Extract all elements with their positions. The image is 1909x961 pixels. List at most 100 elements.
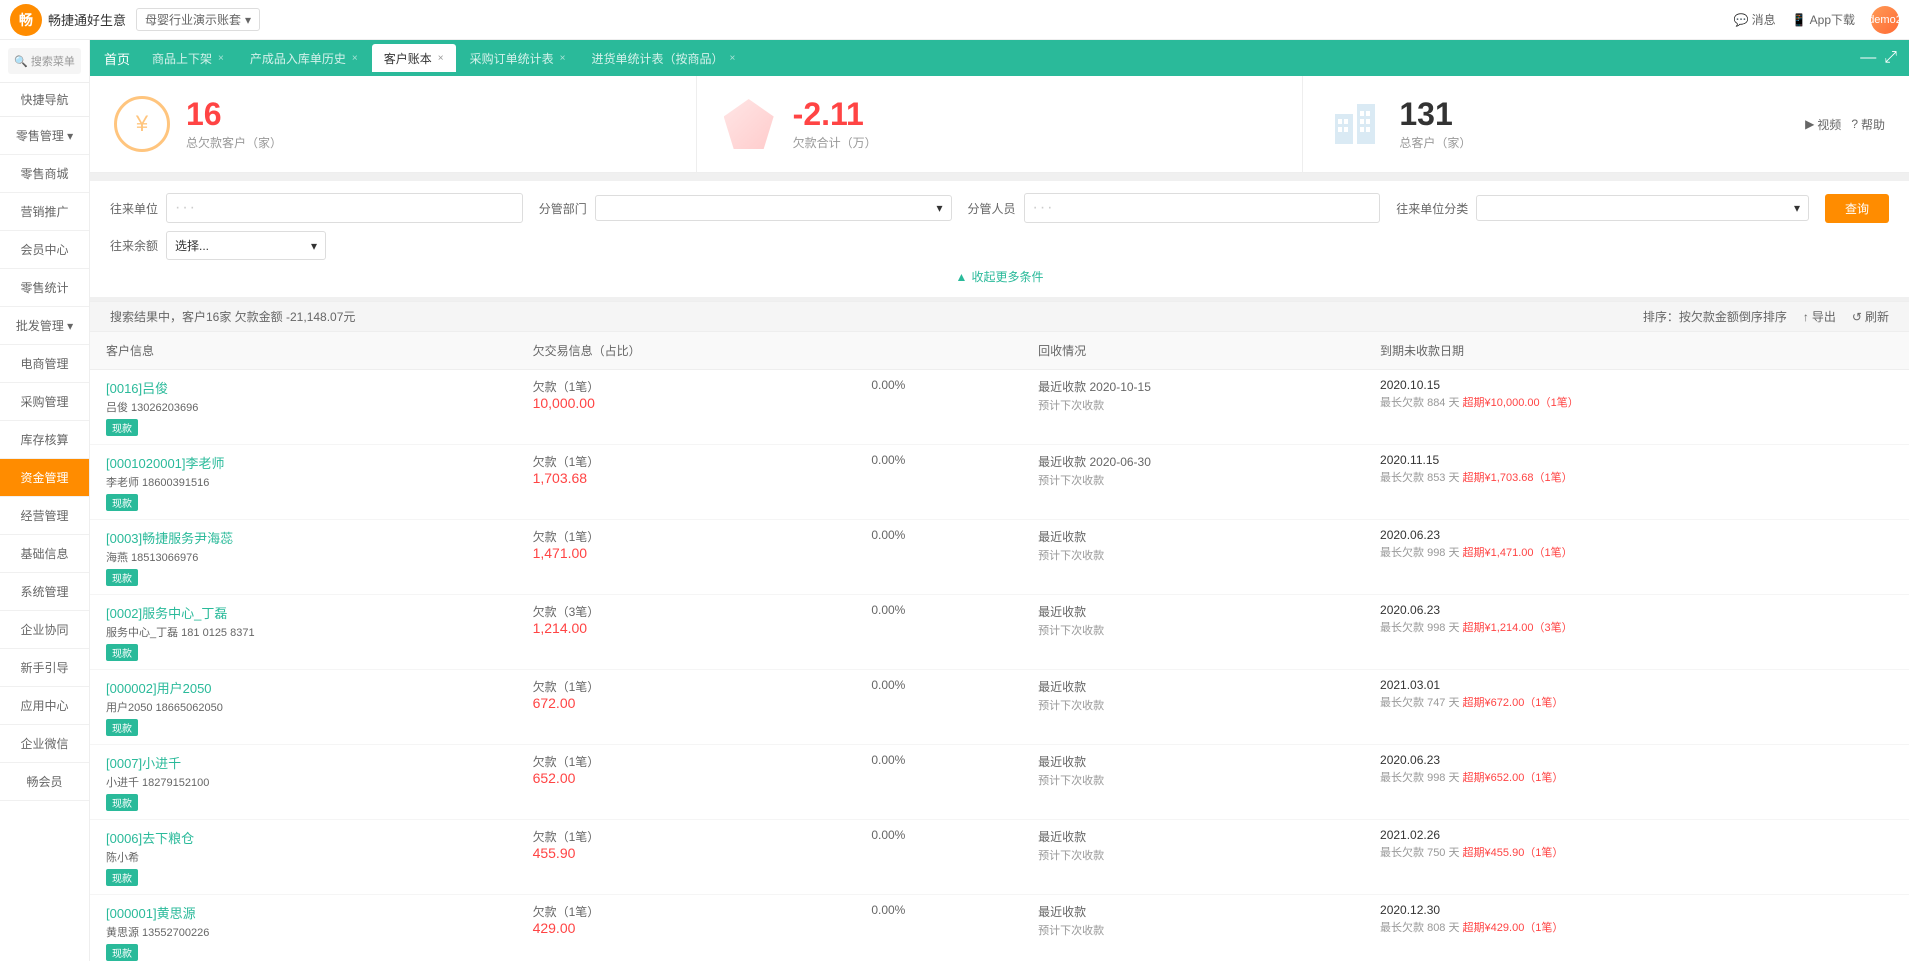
tab-purchase-stats[interactable]: 进货单统计表（按商品） × [579,44,747,72]
overdue-link[interactable]: 超期¥672.00（1笔） [1463,697,1564,709]
debt-customers-icon: ¥ [114,96,170,152]
tab-minimize-icon[interactable]: — [1860,49,1876,67]
debt-ratio-cell: 0.00% [847,895,1022,961]
overdue-link[interactable]: 超期¥1,471.00（1笔） [1463,547,1573,559]
sidebar-item-system[interactable]: 系统管理 [0,573,89,611]
person-input[interactable]: ··· [1024,193,1381,223]
overdue-link[interactable]: 超期¥1,214.00（3笔） [1463,622,1573,634]
customer-phone: 用户2050 18665062050 [106,699,501,715]
chevron-up-icon: ▲ [956,270,968,284]
col-customer-info: 客户信息 [90,332,517,370]
sidebar-item-retail-stats[interactable]: 零售统计 [0,269,89,307]
export-btn[interactable]: ↑ 导出 [1803,308,1836,325]
sort-label[interactable]: 排序：按欠款金额倒序排序 [1643,308,1787,325]
app-container: 畅 畅捷通好生意 母婴行业演示账套 ▾ 💬 消息 📱 App下载 demo2 [0,0,1909,961]
tab-home[interactable]: 首页 [94,49,140,68]
debt-count: 欠款（3笔） [533,603,832,620]
overdue-link[interactable]: 超期¥455.90（1笔） [1463,847,1564,859]
customer-name[interactable]: [0001020001]李老师 [106,453,501,472]
sidebar-search: 🔍 搜索菜单 [0,40,89,83]
message-btn[interactable]: 💬 消息 [1734,11,1776,28]
customer-name[interactable]: [0016]吕俊 [106,378,501,397]
brand-name: 畅捷通好生意 [48,10,126,29]
sidebar-item-retail-mgmt[interactable]: 零售管理 ▾ [0,117,89,155]
sidebar-item-purchase[interactable]: 采购管理 [0,383,89,421]
sidebar-item-member[interactable]: 会员中心 [0,231,89,269]
customer-tag: 现款 [106,494,138,511]
app-download-btn[interactable]: 📱 App下载 [1792,11,1855,28]
tab-customer-account[interactable]: 客户账本 × [372,44,456,72]
balance-chevron-icon: ▾ [311,239,317,253]
sidebar-item-ops-mgmt[interactable]: 经营管理 [0,497,89,535]
debt-count-cell: 欠款（1笔） 1,471.00 [517,520,848,595]
debt-amount: 1,214.00 [533,620,832,636]
tab-purchase-order[interactable]: 采购订单统计表 × [458,44,578,72]
debt-ratio: 0.00% [871,453,1006,467]
customer-name[interactable]: [0003]畅捷服务尹海蕊 [106,528,501,547]
filter-from-unit: 往来单位 ··· [110,193,523,223]
tab-close-purchase-stats[interactable]: × [729,53,735,64]
store-selector[interactable]: 母婴行业演示账套 ▾ [136,8,260,31]
dept-select[interactable]: ▾ [595,195,952,221]
customer-name[interactable]: [000002]用户2050 [106,678,501,697]
debt-count: 欠款（1笔） [533,378,832,395]
overdue-link[interactable]: 超期¥10,000.00（1笔） [1463,397,1579,409]
sidebar-item-guide[interactable]: 新手引导 [0,649,89,687]
tab-maximize-icon[interactable]: ⤢ [1884,49,1897,67]
customer-name[interactable]: [0002]服务中心_丁磊 [106,603,501,622]
sidebar-item-finance[interactable]: 资金管理 [0,459,89,497]
sidebar-item-retail-store[interactable]: 零售商城 [0,155,89,193]
customer-info-cell: [0002]服务中心_丁磊 服务中心_丁磊 181 0125 8371 现款 [90,595,517,670]
recovery-cell: 最近收款 2020-06-30 预计下次收款 [1022,445,1364,520]
tab-product-history[interactable]: 产成品入库单历史 × [238,44,370,72]
overdue-date: 2020.06.23 [1380,753,1893,767]
search-menu-btn[interactable]: 🔍 搜索菜单 [8,48,81,74]
view-video-btn[interactable]: ▶ 视频 [1805,116,1841,133]
customer-name[interactable]: [000001]黄思源 [106,903,501,922]
tab-close-purchase-order[interactable]: × [560,53,566,64]
due-date-cell: 2020.10.15 最长欠款 884 天 超期¥10,000.00（1笔） [1364,370,1909,445]
overdue-days: 最长欠款 853 天 超期¥1,703.68（1笔） [1380,469,1893,485]
customer-name[interactable]: [0007]小进千 [106,753,501,772]
collapse-btn[interactable]: ▲ 收起更多条件 [956,268,1044,285]
help-btn[interactable]: ? 帮助 [1851,116,1885,133]
tab-products-offline[interactable]: 商品上下架 × [140,44,236,72]
sidebar-item-vip[interactable]: 畅会员 [0,763,89,801]
tab-close-products-offline[interactable]: × [218,53,224,64]
overdue-link[interactable]: 超期¥652.00（1笔） [1463,772,1564,784]
customer-tag: 现款 [106,719,138,736]
query-button[interactable]: 查询 [1825,194,1889,223]
overdue-link[interactable]: 超期¥429.00（1笔） [1463,922,1564,934]
tab-close-customer-account[interactable]: × [438,53,444,64]
customer-info-cell: [0001020001]李老师 李老师 18600391516 现款 [90,445,517,520]
customer-name[interactable]: [0006]去下粮仓 [106,828,501,847]
sidebar-item-batch-mgmt[interactable]: 批发管理 ▾ [0,307,89,345]
debt-ratio: 0.00% [871,678,1006,692]
debt-ratio-cell: 0.00% [847,820,1022,895]
sidebar-item-wechat[interactable]: 企业微信 [0,725,89,763]
table-row: [0006]去下粮仓 陈小希 现款 欠款（1笔） 455.90 0.00% 最近… [90,820,1909,895]
sidebar-item-basic-info[interactable]: 基础信息 [0,535,89,573]
sidebar-item-marketing[interactable]: 营销推广 [0,193,89,231]
top-bar-right: 💬 消息 📱 App下载 demo2 [1734,6,1899,34]
unit-category-select[interactable]: ▾ [1476,195,1809,221]
avatar[interactable]: demo2 [1871,6,1899,34]
sidebar-item-quick-nav[interactable]: 快捷导航 [0,83,89,117]
from-unit-input[interactable]: ··· [166,193,523,223]
export-icon: ↑ [1803,310,1809,324]
filter-unit-category: 往来单位分类 ▾ [1396,195,1809,221]
overdue-days: 最长欠款 998 天 超期¥1,471.00（1笔） [1380,544,1893,560]
table-row: [000002]用户2050 用户2050 18665062050 现款 欠款（… [90,670,1909,745]
tab-close-product-history[interactable]: × [352,53,358,64]
results-bar: 搜索结果中，客户16家 欠款金额 -21,148.07元 排序：按欠款金额倒序排… [90,301,1909,332]
customer-phone: 李老师 18600391516 [106,474,501,490]
customer-phone: 陈小希 [106,849,501,865]
sidebar-item-inventory[interactable]: 库存核算 [0,421,89,459]
sidebar-item-enterprise[interactable]: 企业协同 [0,611,89,649]
table-row: [000001]黄思源 黄思源 13552700226 现款 欠款（1笔） 42… [90,895,1909,961]
refresh-btn[interactable]: ↺ 刷新 [1852,308,1889,325]
sidebar-item-app-center[interactable]: 应用中心 [0,687,89,725]
overdue-link[interactable]: 超期¥1,703.68（1笔） [1463,472,1573,484]
sidebar-item-ecommerce[interactable]: 电商管理 [0,345,89,383]
balance-select[interactable]: 选择... ▾ [166,231,326,260]
